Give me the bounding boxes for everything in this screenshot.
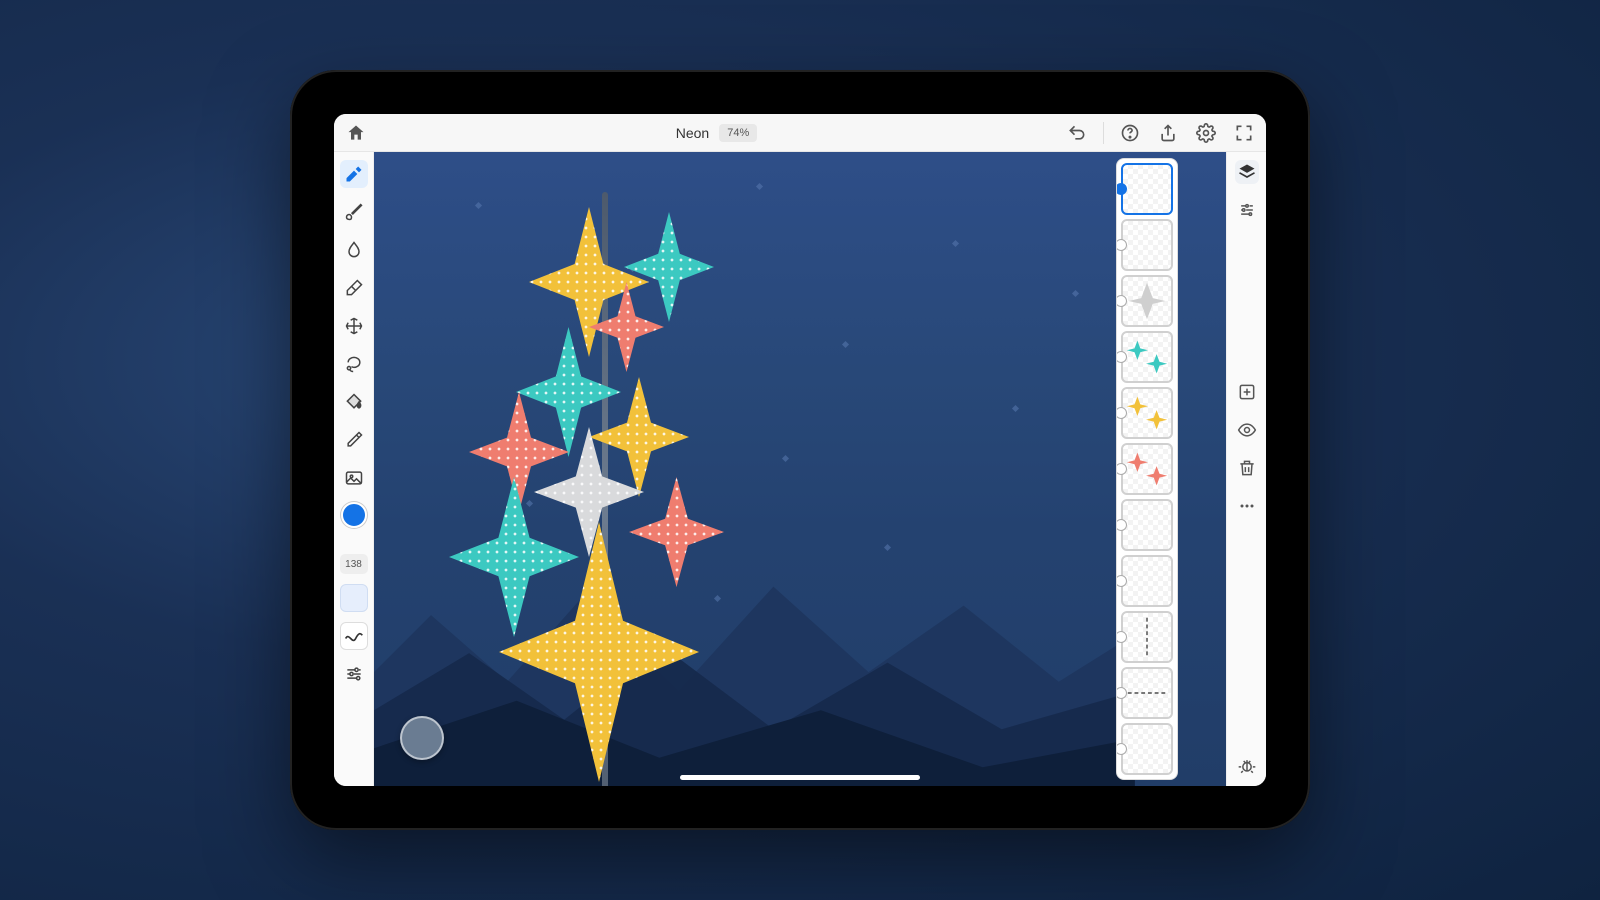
layer-thumb[interactable] [1121, 723, 1173, 775]
color-swatch[interactable] [341, 502, 367, 528]
top-bar: Neon 74% [334, 114, 1266, 152]
left-toolbar: 138 [334, 152, 374, 786]
layer-thumb[interactable] [1121, 555, 1173, 607]
home-indicator [680, 775, 920, 780]
brush-settings[interactable] [340, 660, 368, 688]
divider [1103, 122, 1104, 144]
stroke-preview[interactable] [340, 622, 368, 650]
layer-visibility-dot[interactable] [1116, 239, 1127, 251]
transform-tool[interactable] [340, 312, 368, 340]
layer-visibility-dot[interactable] [1116, 575, 1127, 587]
image-tool[interactable] [340, 464, 368, 492]
add-layer-icon[interactable] [1235, 380, 1259, 404]
undo-button[interactable] [1065, 121, 1089, 145]
right-rail [1226, 152, 1266, 786]
layers-icon[interactable] [1235, 160, 1259, 184]
bug-icon[interactable] [1235, 754, 1259, 778]
sparkle-diamond [624, 212, 714, 322]
artwork-canvas[interactable] [374, 152, 1226, 786]
canvas-area[interactable] [374, 152, 1226, 786]
more-icon[interactable] [1235, 494, 1259, 518]
lasso-tool[interactable] [340, 350, 368, 378]
layer-visibility-dot[interactable] [1116, 519, 1127, 531]
help-button[interactable] [1118, 121, 1142, 145]
layers-panel [1116, 158, 1178, 780]
tablet-device: Neon 74% [290, 70, 1310, 830]
layer-thumb[interactable] [1121, 667, 1173, 719]
eraser-tool[interactable] [340, 274, 368, 302]
fill-tool[interactable] [340, 388, 368, 416]
layer-visibility-dot[interactable] [1116, 743, 1127, 755]
texture-chip[interactable] [340, 584, 368, 612]
layer-thumb[interactable] [1121, 499, 1173, 551]
layer-properties-icon[interactable] [1235, 198, 1259, 222]
layer-thumb[interactable] [1121, 331, 1173, 383]
app-screen: Neon 74% [334, 114, 1266, 786]
home-button[interactable] [344, 121, 368, 145]
layer-thumb[interactable] [1121, 219, 1173, 271]
layer-thumb[interactable] [1121, 387, 1173, 439]
pixel-brush-tool[interactable] [340, 160, 368, 188]
layer-thumb[interactable] [1121, 163, 1173, 215]
layer-thumb[interactable] [1121, 443, 1173, 495]
delete-icon[interactable] [1235, 456, 1259, 480]
visibility-icon[interactable] [1235, 418, 1259, 442]
layer-visibility-dot[interactable] [1116, 183, 1127, 195]
brush-size-chip[interactable]: 138 [340, 554, 368, 574]
fullscreen-button[interactable] [1232, 121, 1256, 145]
touch-shortcut[interactable] [400, 716, 444, 760]
eyedropper-tool[interactable] [340, 426, 368, 454]
settings-button[interactable] [1194, 121, 1218, 145]
layer-thumb[interactable] [1121, 275, 1173, 327]
layer-thumb[interactable] [1121, 611, 1173, 663]
brush-tool[interactable] [340, 198, 368, 226]
share-button[interactable] [1156, 121, 1180, 145]
smudge-tool[interactable] [340, 236, 368, 264]
zoom-badge[interactable]: 74% [719, 124, 757, 142]
document-title: Neon [676, 125, 709, 141]
